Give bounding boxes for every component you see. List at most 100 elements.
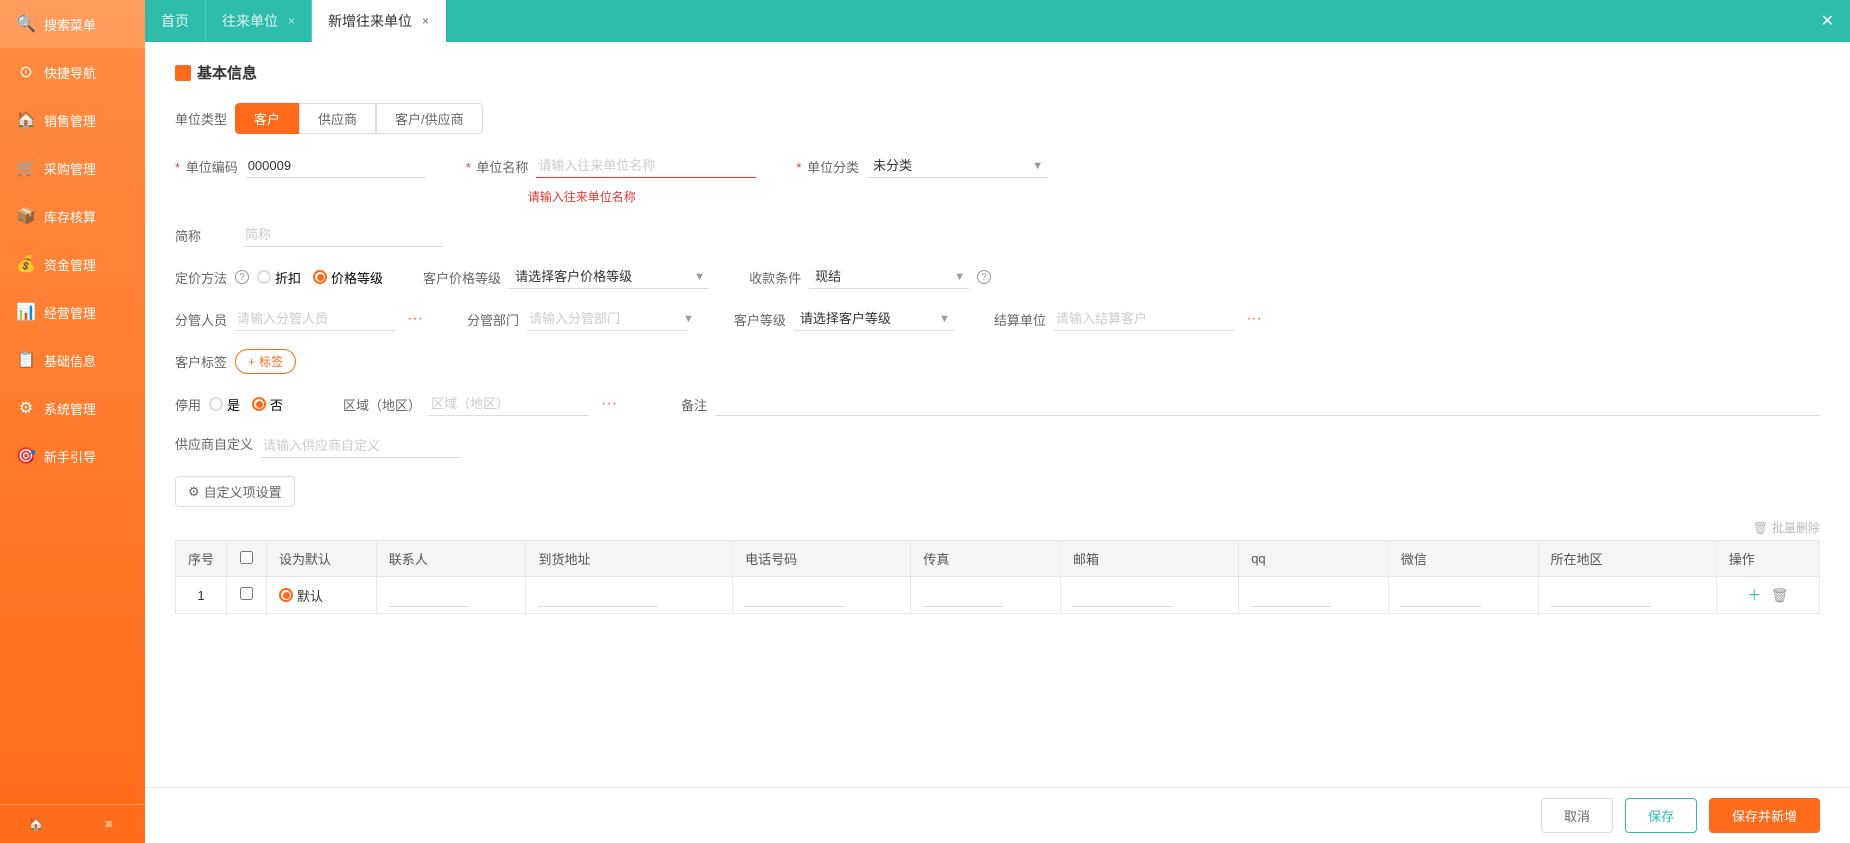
manager-row: 分管人员 ··· 分管部门 ▼ 客户等级 请选择客户等级 ▼ [175, 307, 1820, 331]
radio-yes-circle [209, 397, 223, 411]
manager-label: 分管人员 [175, 310, 227, 329]
unit-code-label: * 单位编码 [175, 157, 238, 176]
custom-settings-button[interactable]: ⚙ 自定义项设置 [175, 476, 295, 507]
remark-input[interactable] [715, 392, 1820, 416]
settlement-unit-input[interactable] [1054, 307, 1234, 331]
sidebar-home-btn[interactable]: 🏠 [0, 805, 73, 843]
cell-address [526, 577, 733, 614]
cancel-button[interactable]: 取消 [1541, 798, 1613, 833]
tab-home[interactable]: 首页 [145, 0, 206, 42]
delete-row-icon[interactable]: 🗑 [1771, 587, 1789, 603]
sidebar-item-inventory[interactable]: 📦 库存核算 [0, 192, 145, 240]
radio-price-level[interactable]: 价格等级 [313, 268, 383, 287]
customer-price-level-select[interactable]: 请选择客户价格等级 [509, 265, 709, 289]
batch-delete-label[interactable]: 批量删除 [1772, 519, 1820, 536]
short-name-input[interactable] [243, 223, 443, 247]
radio-no-dot [256, 401, 263, 408]
sidebar-label-finance: 资金管理 [44, 255, 96, 274]
pricing-method-help-icon[interactable]: ? [235, 270, 249, 284]
phone-input[interactable] [745, 583, 845, 607]
sidebar-item-basic-info[interactable]: 📋 基础信息 [0, 336, 145, 384]
address-input[interactable] [538, 583, 658, 607]
payment-terms-select[interactable]: 现结 [809, 265, 969, 289]
settlement-unit-dots-btn[interactable]: ··· [1242, 310, 1266, 328]
sidebar-item-search[interactable]: 🔍 搜索菜单 [0, 0, 145, 48]
qq-input[interactable] [1251, 583, 1331, 607]
unit-category-label: * 单位分类 [796, 157, 859, 176]
cell-contact [376, 577, 526, 614]
table-row: 1 默认 [176, 577, 1820, 614]
payment-terms-group: 收款条件 现结 ▼ ? [749, 265, 991, 289]
section-title: 基本信息 [175, 62, 1820, 83]
sidebar-label-operations: 经营管理 [44, 303, 96, 322]
batch-delete-icon: 🗑 [1753, 521, 1768, 535]
radio-disabled-no[interactable]: 否 [252, 395, 283, 414]
email-input[interactable] [1073, 583, 1173, 607]
unit-name-group: * 单位名称 请输入往来单位名称 [466, 154, 757, 205]
col-phone: 电话号码 [733, 541, 911, 577]
radio-default-label: 默认 [297, 586, 323, 605]
manager-dots-btn[interactable]: ··· [403, 310, 427, 328]
unit-type-customer[interactable]: 客户 [235, 103, 299, 134]
unit-code-input[interactable] [246, 154, 426, 178]
supplier-custom-input[interactable] [261, 434, 461, 458]
batch-delete-area: 🗑 批量删除 [175, 519, 1820, 536]
payment-terms-help-icon[interactable]: ? [977, 270, 991, 284]
sidebar-item-quick-nav[interactable]: ⊙ 快捷导航 [0, 48, 145, 96]
unit-type-supplier[interactable]: 供应商 [299, 103, 376, 134]
sidebar-label-guide: 新手引导 [44, 447, 96, 466]
operations-icon: 📊 [16, 302, 36, 322]
pricing-row: 定价方法 ? 折扣 价格等级 客户价格等级 [175, 265, 1820, 289]
radio-discount[interactable]: 折扣 [257, 268, 301, 287]
select-all-checkbox[interactable] [240, 551, 253, 564]
sidebar-item-operations[interactable]: 📊 经营管理 [0, 288, 145, 336]
department-input[interactable] [527, 307, 687, 331]
sidebar-item-purchase[interactable]: 🛒 采购管理 [0, 144, 145, 192]
save-new-button[interactable]: 保存并新增 [1709, 798, 1820, 833]
add-row-icon[interactable]: ＋ [1747, 587, 1761, 603]
customer-tag-row: 客户标签 + 标签 [175, 349, 1820, 374]
finance-icon: 💰 [16, 254, 36, 274]
tab-add-partner-close[interactable]: × [422, 14, 429, 28]
radio-price-level-dot [317, 274, 324, 281]
fax-input[interactable] [923, 583, 1003, 607]
radio-disabled-yes[interactable]: 是 [209, 395, 240, 414]
radio-discount-circle [257, 270, 271, 284]
region-dots-btn[interactable]: ··· [597, 395, 621, 413]
sidebar-label-inventory: 库存核算 [44, 207, 96, 226]
col-region: 所在地区 [1538, 541, 1716, 577]
unit-type-both[interactable]: 客户/供应商 [376, 103, 483, 134]
add-tag-button[interactable]: + 标签 [235, 349, 296, 374]
sidebar-item-guide[interactable]: 🎯 新手引导 [0, 432, 145, 480]
unit-category-group: * 单位分类 未分类 ▼ [796, 154, 1047, 178]
cell-wechat [1388, 577, 1538, 614]
row-checkbox[interactable] [240, 587, 253, 600]
disabled-label: 停用 [175, 395, 201, 414]
sidebar-item-finance[interactable]: 💰 资金管理 [0, 240, 145, 288]
unit-category-select[interactable]: 未分类 [867, 154, 1047, 178]
sidebar-item-sales[interactable]: 🏠 销售管理 [0, 96, 145, 144]
wechat-input[interactable] [1401, 583, 1481, 607]
cell-seq: 1 [176, 577, 227, 614]
sidebar-label-search: 搜索菜单 [44, 15, 96, 34]
sidebar-menu-btn[interactable]: ≡ [73, 805, 146, 843]
unit-name-input[interactable] [536, 154, 756, 178]
radio-default[interactable]: 默认 [279, 586, 364, 605]
cell-fax [911, 577, 1061, 614]
tab-bar-close-btn[interactable]: ✕ [1805, 0, 1850, 42]
region-input[interactable] [429, 392, 589, 416]
custom-settings-label: 自定义项设置 [204, 482, 282, 501]
sidebar-item-system[interactable]: ⚙ 系统管理 [0, 384, 145, 432]
tab-partner-list-close[interactable]: × [288, 14, 295, 28]
customer-level-select[interactable]: 请选择客户等级 [794, 307, 954, 331]
tab-add-partner[interactable]: 新增往来单位 × [312, 0, 446, 42]
table-region-input[interactable] [1551, 583, 1651, 607]
basic-info-icon: 📋 [16, 350, 36, 370]
tab-partner-list[interactable]: 往来单位 × [206, 0, 312, 42]
col-contact: 联系人 [376, 541, 526, 577]
save-button[interactable]: 保存 [1625, 798, 1697, 833]
manager-input[interactable] [235, 307, 395, 331]
contact-input[interactable] [389, 583, 469, 607]
customer-price-level-wrapper: 请选择客户价格等级 ▼ [509, 265, 709, 289]
basic-fields-row: * 单位编码 * 单位名称 请输入往来单位名称 * [175, 154, 1820, 205]
